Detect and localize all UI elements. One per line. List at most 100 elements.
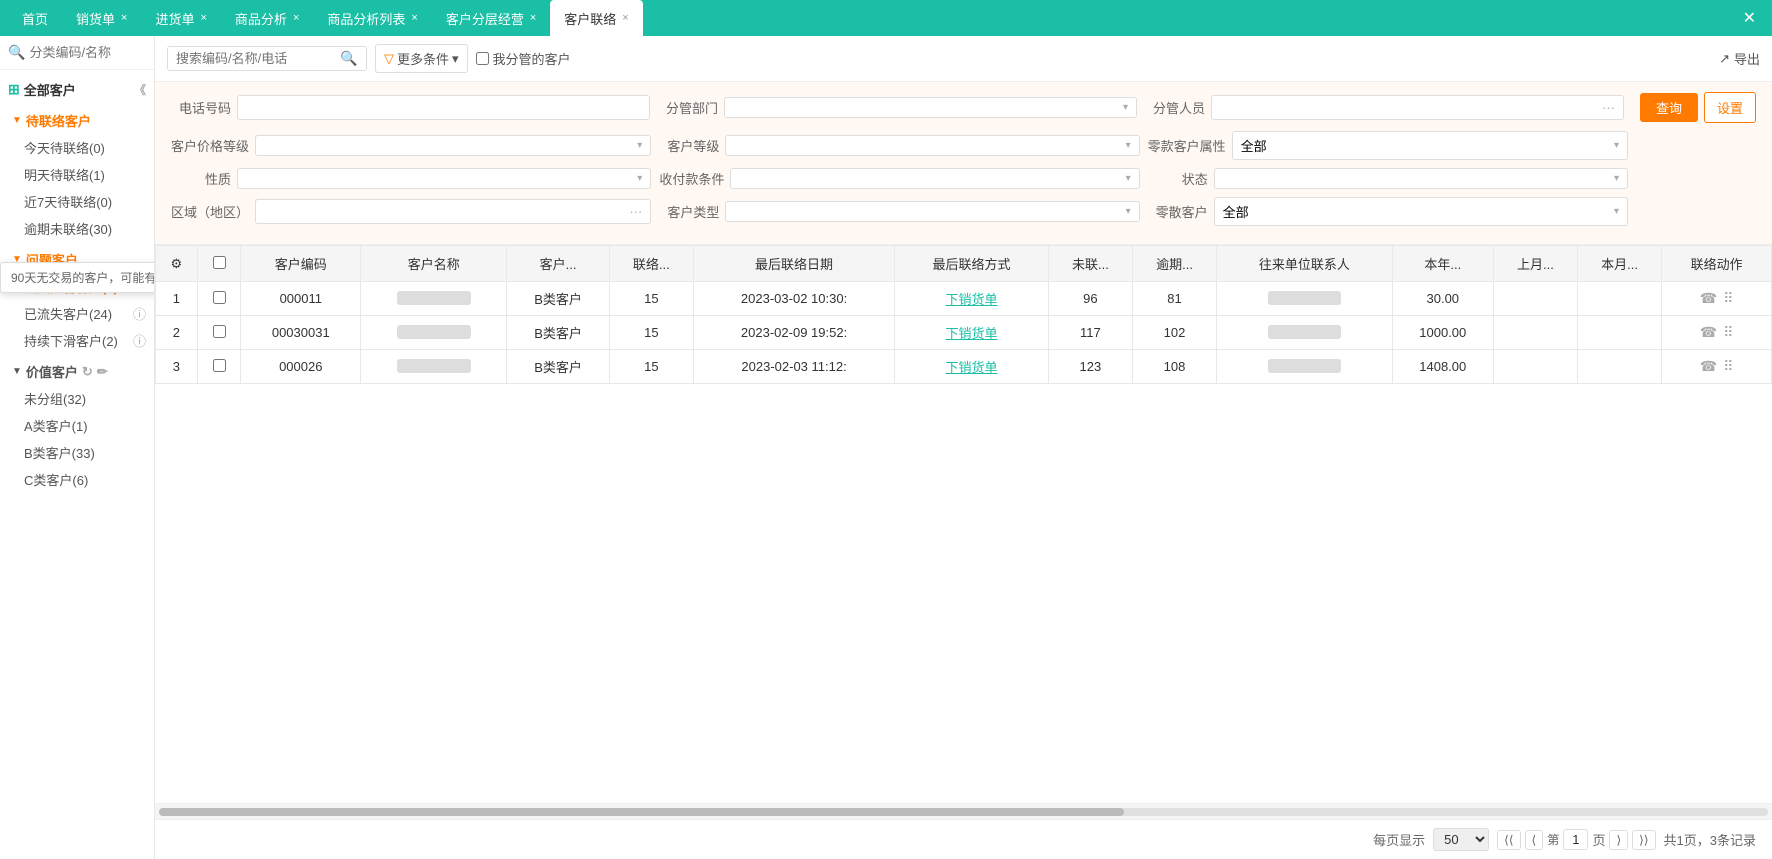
first-page-btn[interactable]: ⟨⟨ [1497,830,1520,850]
close-tab-customer-tier[interactable]: × [530,12,536,24]
sidebar-item-7days-contact[interactable]: 近7天待联络(0) [0,188,154,215]
edit-icon[interactable]: ✏ [97,364,108,380]
col-unlink: 117 [1048,316,1132,350]
col-last-method[interactable]: 下销货单 [895,350,1049,384]
filter-person-select[interactable]: ··· [1211,95,1624,120]
arrow-icon: ▼ [12,115,22,126]
arrow-icon-3: ▼ [12,366,22,377]
filter-region-select[interactable]: ··· [255,199,651,224]
sidebar-item-c-class[interactable]: C类客户(6) [0,466,154,493]
sidebar-item-tomorrow-contact[interactable]: 明天待联络(1) [0,161,154,188]
filter-nature-select[interactable]: ▾ [237,168,651,189]
filter-dept-select[interactable]: ▾ [724,97,1137,118]
tab-product-analysis-list[interactable]: 商品分析列表 × [313,0,431,36]
close-all-tabs[interactable]: ✕ [1735,8,1764,28]
last-method-link[interactable]: 下销货单 [946,360,998,375]
col-checkbox[interactable] [197,350,241,384]
filter-customer-type-select[interactable]: ▾ [725,201,1139,222]
filter-nature: 性质 ▾ [171,168,651,189]
row-checkbox[interactable] [213,291,226,304]
query-button[interactable]: 查询 [1640,93,1698,122]
col-contacts: ████████ [1217,316,1393,350]
filter-status-select[interactable]: ▾ [1214,168,1628,189]
menu-icon[interactable]: ⠿ [1723,324,1733,341]
blurred-name: ████████ [397,359,471,373]
export-btn[interactable]: ↗ 导出 [1719,49,1760,68]
menu-icon[interactable]: ⠿ [1723,358,1733,375]
select-all-checkbox[interactable] [213,256,226,269]
col-checkbox[interactable] [197,282,241,316]
search-icon-btn[interactable]: 🔍 [340,50,357,67]
sidebar-item-today-contact[interactable]: 今天待联络(0) [0,134,154,161]
close-tab-customer-contact[interactable]: × [622,12,628,24]
sidebar-item-a-class[interactable]: A类客户(1) [0,412,154,439]
col-last-method[interactable]: 下销货单 [895,316,1049,350]
filter-price-level-select[interactable]: ▾ [255,135,651,156]
dots-icon[interactable]: ··· [1602,100,1615,115]
filter-customer-level-label: 客户等级 [659,136,719,155]
sidebar-root-all-customers[interactable]: ⊞ 全部客户 《 [0,74,154,105]
phone-icon[interactable]: ☎ [1700,290,1717,307]
filter-retail-attr-select[interactable]: 全部 ▾ [1232,131,1628,160]
page-word: 第 [1547,831,1559,848]
tab-sales-order[interactable]: 销货单 × [62,0,141,36]
sidebar-item-b-class[interactable]: B类客户(33) [0,439,154,466]
horizontal-scrollbar[interactable] [155,803,1772,819]
group-header-value[interactable]: ▼ 价值客户 ↻ ✏ [0,358,154,385]
col-this-year: 1000.00 [1392,316,1493,350]
col-last-month [1493,350,1577,384]
tab-customer-tier[interactable]: 客户分层经营 × [432,0,550,36]
row-checkbox[interactable] [213,359,226,372]
filter-retail-customer-select[interactable]: 全部 ▾ [1214,197,1628,226]
chevron-payment-icon: ▾ [1126,173,1131,184]
sidebar-item-lost-customers[interactable]: 已流失客户(24) ⓘ [0,300,154,327]
sidebar-item-ungroup[interactable]: 未分组(32) [0,385,154,412]
tab-customer-contact[interactable]: 客户联络 × [550,0,642,36]
tab-purchase-order[interactable]: 进货单 × [141,0,220,36]
main-layout: 🔍 ⊞ 全部客户 《 ▼ 待联络客户 今天待联络(0) 明天待联络(1) [0,36,1772,859]
dots-region-icon[interactable]: ··· [629,204,642,219]
row-checkbox[interactable] [213,325,226,338]
action-icons: ☎ ⠿ [1668,324,1765,341]
phone-icon[interactable]: ☎ [1700,324,1717,341]
chevron-status-icon: ▾ [1614,173,1619,184]
last-method-link[interactable]: 下销货单 [946,292,998,307]
menu-icon[interactable]: ⠿ [1723,290,1733,307]
per-page-select[interactable]: 50 100 [1433,828,1489,851]
more-conditions-btn[interactable]: ▽ 更多条件 ▾ [375,44,468,73]
col-settings-header[interactable]: ⚙ [156,246,198,282]
close-tab-purchase-order[interactable]: × [200,12,206,24]
tab-product-analysis[interactable]: 商品分析 × [221,0,313,36]
filter-customer-level-select[interactable]: ▾ [725,135,1139,156]
my-customers-checkbox[interactable] [476,52,489,65]
last-method-link[interactable]: 下销货单 [946,326,998,341]
sidebar-item-declining-customers[interactable]: 持续下滑客户(2) ⓘ [0,327,154,354]
filter-payment-terms-select[interactable]: ▾ [730,168,1139,189]
col-type-header: 客户... [507,246,609,282]
filter-status: 状态 ▾ [1148,168,1628,189]
sidebar-item-overdue-contact[interactable]: 逾期未联络(30) [0,215,154,242]
page-nav: ⟨⟨ ⟨ 第 1 页 ⟩ ⟩⟩ [1497,829,1655,850]
tab-home[interactable]: 首页 [8,0,62,36]
phone-icon[interactable]: ☎ [1700,358,1717,375]
col-last-method[interactable]: 下销货单 [895,282,1049,316]
close-tab-product-analysis[interactable]: × [293,12,299,24]
scrollbar-thumb[interactable] [159,808,1124,816]
next-page-btn[interactable]: ⟩ [1609,830,1628,850]
group-header-pending[interactable]: ▼ 待联络客户 [0,107,154,134]
close-tab-sales-order[interactable]: × [121,12,127,24]
sidebar-search-input[interactable] [29,45,146,60]
refresh-icon[interactable]: ↻ [82,364,93,380]
close-tab-product-analysis-list[interactable]: × [411,12,417,24]
setting-button[interactable]: 设置 [1704,92,1756,123]
prev-page-btn[interactable]: ⟨ [1525,830,1544,850]
last-page-btn[interactable]: ⟩⟩ [1632,830,1655,850]
my-customers-checkbox-wrap[interactable]: 我分管的客户 [476,49,571,68]
col-name: ████████ [361,350,507,384]
scrollbar-track[interactable] [159,808,1768,816]
col-checkbox[interactable] [197,316,241,350]
col-checkbox-header[interactable] [197,246,241,282]
filter-phone-input[interactable] [237,95,650,120]
search-input[interactable] [176,51,336,66]
action-icons: ☎ ⠿ [1668,358,1765,375]
